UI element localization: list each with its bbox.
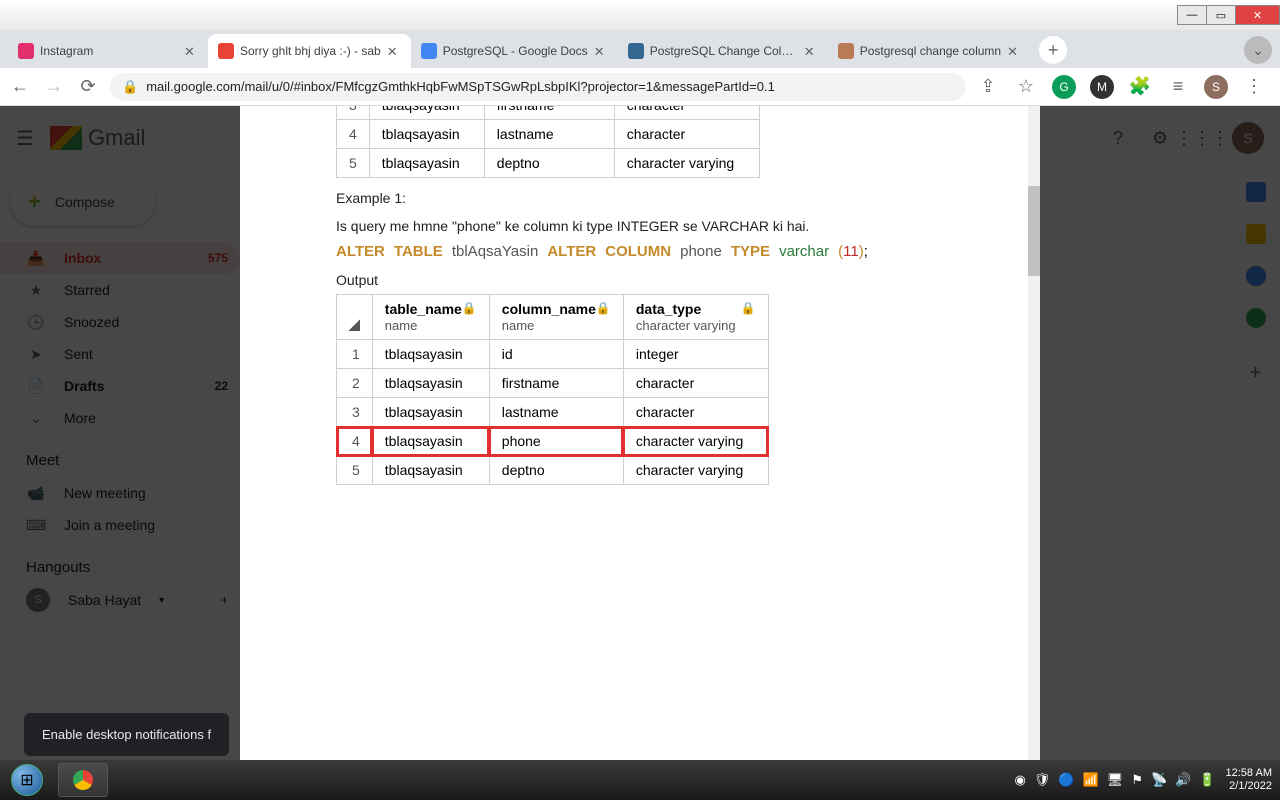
tray-icon[interactable]: 🛡 (1034, 772, 1051, 788)
sql-code: ALTER TABLE tblAqsaYasin ALTER COLUMN ph… (336, 242, 1028, 260)
lock-icon: 🔒 (122, 79, 138, 95)
schema-table-after: ◢ table_name🔒name column_name🔒name data_… (336, 294, 769, 485)
notification-toast[interactable]: Enable desktop notifications f (24, 713, 229, 756)
tray-icon[interactable]: 🔵 (1058, 772, 1074, 788)
table-row: 2tblaqsayasinfirstnamecharacter (337, 369, 769, 398)
lock-icon: 🔒 (741, 301, 756, 315)
share-icon[interactable]: ⇪ (976, 75, 1000, 99)
tray-icons[interactable]: ◉ 🛡 🔵 📶 🖥 ⚑ 📡 🔊 🔋 (1015, 772, 1216, 788)
output-label: Output (336, 272, 1028, 288)
close-tab-icon[interactable]: ✕ (594, 44, 608, 58)
lock-icon: 🔒 (462, 301, 477, 315)
table-row: 1tblaqsayasinidinteger (337, 340, 769, 369)
tray-battery-icon[interactable]: 🔋 (1199, 772, 1215, 788)
reload-button[interactable]: ⟳ (76, 75, 100, 99)
profile-avatar[interactable]: S (1204, 75, 1228, 99)
browser-tab[interactable]: PostgreSQL - Google Docs ✕ (411, 34, 618, 68)
close-tab-icon[interactable]: ✕ (1007, 44, 1021, 58)
forward-button[interactable]: → (42, 75, 66, 99)
tray-icon[interactable]: ◉ (1015, 772, 1026, 788)
browser-toolbar: ← → ⟳ 🔒 mail.google.com/mail/u/0/#inbox/… (0, 68, 1280, 106)
extension-grammarly-icon[interactable]: G (1052, 75, 1076, 99)
scrollbar-thumb[interactable] (1028, 186, 1040, 276)
browser-tabs: Instagram ✕ Sorry ghlt bhj diya :-) - sab ✕… (0, 30, 1280, 68)
close-tab-icon[interactable]: ✕ (804, 44, 818, 58)
table-row: 3tblaqsayasinlastnamecharacter (337, 398, 769, 427)
taskbar-chrome[interactable] (58, 763, 108, 797)
close-tab-icon[interactable]: ✕ (184, 44, 198, 58)
browser-tab[interactable]: Postgresql change column ✕ (828, 34, 1031, 68)
close-window-button[interactable]: ✕ (1235, 5, 1280, 25)
col-header-table-name: table_name🔒name (372, 295, 489, 340)
col-header-column-name: column_name🔒name (489, 295, 623, 340)
start-button[interactable]: ⊞ (0, 760, 54, 800)
query-description: Is query me hmne "phone" ke column ki ty… (336, 218, 1028, 234)
attachment-viewer: 3tblaqsayasinfirstnamecharacter4tblaqsay… (240, 106, 1040, 800)
table-row: 3tblaqsayasinfirstnamecharacter (337, 106, 760, 120)
schema-table-before: 3tblaqsayasinfirstnamecharacter4tblaqsay… (336, 106, 760, 178)
clock-time: 12:58 AM (1226, 767, 1272, 780)
table-row: 4tblaqsayasinlastnamecharacter (337, 120, 760, 149)
favicon (18, 43, 34, 59)
tray-network-icon[interactable]: 📡 (1151, 772, 1167, 788)
system-tray: ◉ 🛡 🔵 📶 🖥 ⚑ 📡 🔊 🔋 12:58 AM 2/1/2022 (1015, 767, 1280, 793)
table-row: 5tblaqsayasindeptnocharacter varying (337, 149, 760, 178)
extension-icon[interactable]: M (1090, 75, 1114, 99)
window-titlebar: — ▭ ✕ (0, 0, 1280, 30)
browser-tab[interactable]: Sorry ghlt bhj diya :-) - sab ✕ (208, 34, 411, 68)
tab-title: PostgreSQL - Google Docs (443, 44, 588, 58)
table-row: 4tblaqsayasinphonecharacter varying (337, 427, 769, 456)
tab-title: Sorry ghlt bhj diya :-) - sab (240, 44, 381, 58)
windows-taskbar: ⊞ ◉ 🛡 🔵 📶 🖥 ⚑ 📡 🔊 🔋 12:58 AM 2/1/2022 (0, 760, 1280, 800)
favicon (628, 43, 644, 59)
favicon (218, 43, 234, 59)
favicon (421, 43, 437, 59)
tray-volume-icon[interactable]: 🔊 (1175, 772, 1191, 788)
url-text: mail.google.com/mail/u/0/#inbox/FMfcgzGm… (146, 79, 775, 94)
tab-title: PostgreSQL Change Colum (650, 44, 798, 58)
browser-tab[interactable]: PostgreSQL Change Colum ✕ (618, 34, 828, 68)
toolbar-right: ⇪ ☆ G M 🧩 ≡ S ⋮ (976, 75, 1272, 99)
maximize-button[interactable]: ▭ (1206, 5, 1236, 25)
browser-tab[interactable]: Instagram ✕ (8, 34, 208, 68)
tray-icon[interactable]: 🖥 (1107, 772, 1124, 788)
sort-icon[interactable]: ◢ (337, 295, 373, 340)
tab-title: Instagram (40, 44, 178, 58)
windows-orb-icon: ⊞ (11, 764, 43, 796)
extensions-icon[interactable]: 🧩 (1128, 75, 1152, 99)
page-content: ☰ Gmail ? ⚙ ⋮⋮⋮ S + Compose 📥Inbox575★St… (0, 106, 1280, 800)
col-header-data-type: data_type🔒character varying (623, 295, 768, 340)
tray-icon[interactable]: 📶 (1083, 772, 1099, 788)
clock-date: 2/1/2022 (1226, 780, 1272, 793)
window-controls: — ▭ ✕ (1178, 5, 1280, 25)
back-button[interactable]: ← (8, 75, 32, 99)
tray-icon[interactable]: ⚑ (1131, 772, 1143, 788)
bookmark-icon[interactable]: ☆ (1014, 75, 1038, 99)
table-row: 5tblaqsayasindeptnocharacter varying (337, 456, 769, 485)
address-bar[interactable]: 🔒 mail.google.com/mail/u/0/#inbox/FMfcgz… (110, 73, 966, 101)
chrome-profile-icon[interactable]: ⌄ (1244, 36, 1272, 64)
example-label: Example 1: (336, 190, 1028, 206)
tab-title: Postgresql change column (860, 44, 1001, 58)
taskbar-clock[interactable]: 12:58 AM 2/1/2022 (1226, 767, 1272, 793)
minimize-button[interactable]: — (1177, 5, 1207, 25)
favicon (838, 43, 854, 59)
menu-icon[interactable]: ⋮ (1242, 75, 1266, 99)
close-tab-icon[interactable]: ✕ (387, 44, 401, 58)
lock-icon: 🔒 (596, 301, 611, 315)
reading-list-icon[interactable]: ≡ (1166, 75, 1190, 99)
new-tab-button[interactable]: + (1039, 36, 1067, 64)
